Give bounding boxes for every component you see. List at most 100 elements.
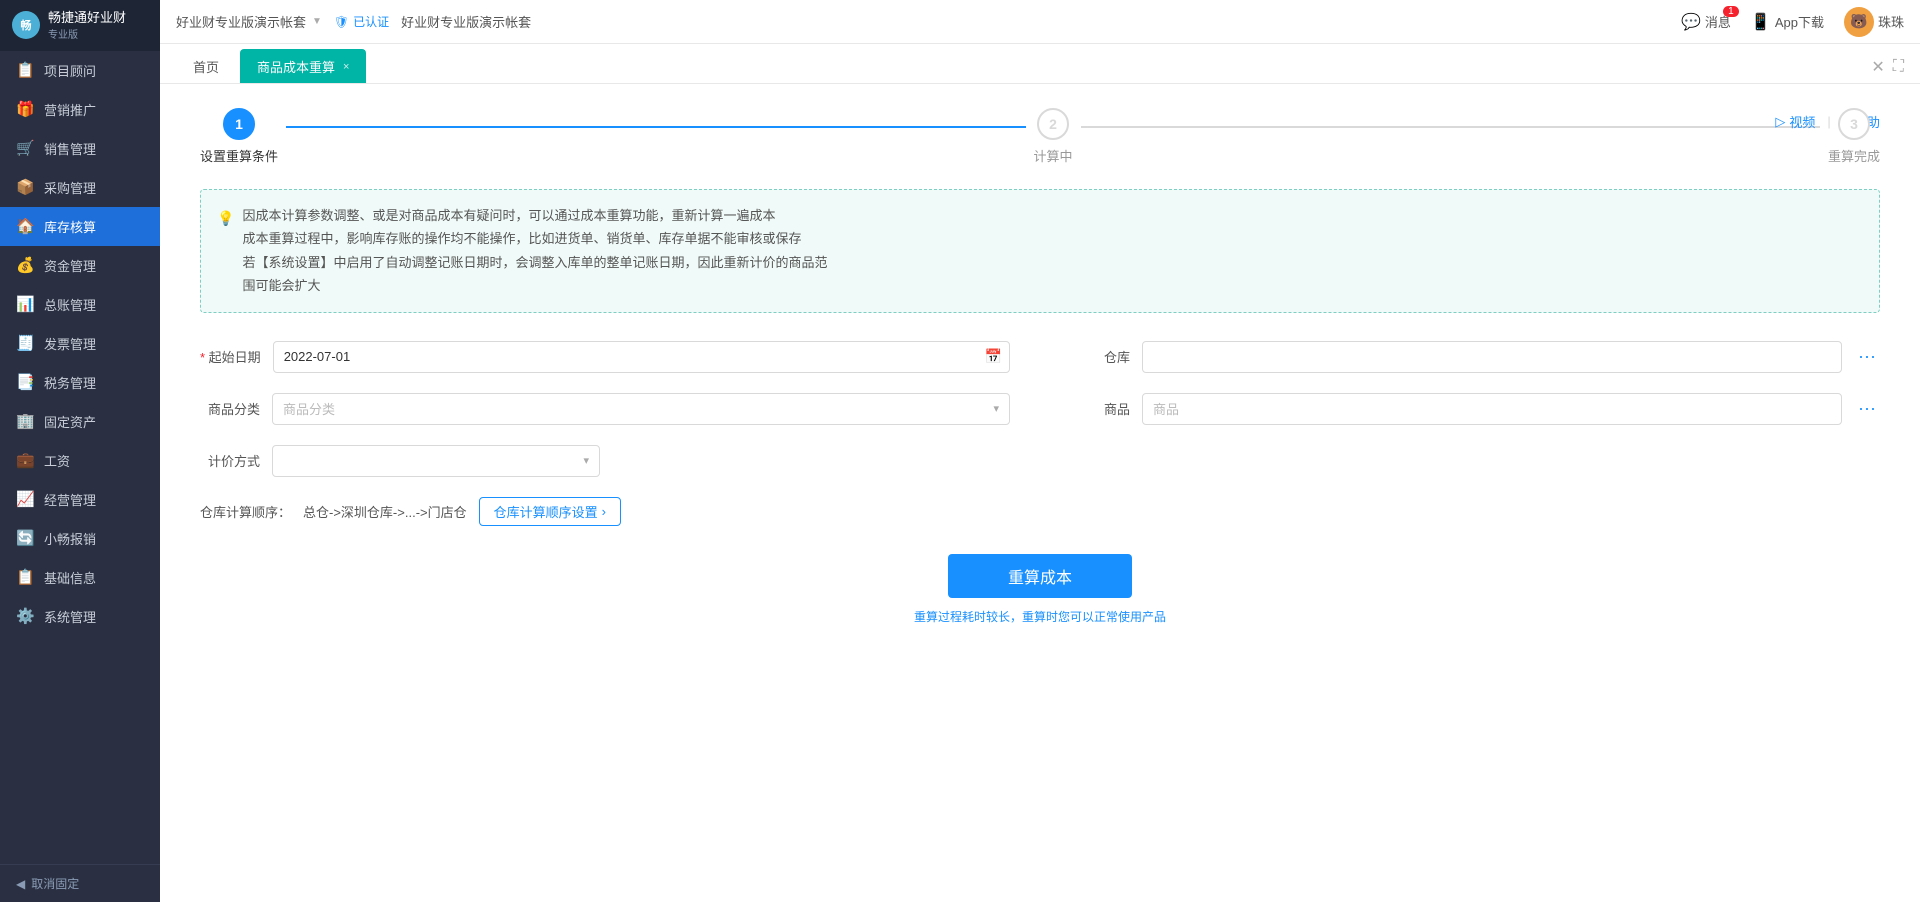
sidebar-unpin[interactable]: ◀ 取消固定 xyxy=(0,864,160,902)
sidebar-label-ledger: 总账管理 xyxy=(44,295,96,314)
warehouse-dots-icon[interactable]: ··· xyxy=(1854,346,1880,367)
warehouse-input[interactable] xyxy=(1142,341,1842,373)
app-download-button[interactable]: 📱 App下载 xyxy=(1751,12,1824,32)
sidebar-item-tax[interactable]: 📑 税务管理 xyxy=(0,363,160,402)
box-icon: 📦 xyxy=(16,178,34,196)
sidebar-item-salary[interactable]: 💼 工资 xyxy=(0,441,160,480)
info-content: 因成本计算参数调整、或是对商品成本有疑问时，可以通过成本重算功能，重新计算一遍成… xyxy=(242,204,827,298)
warehouse-order-settings-button[interactable]: 仓库计算顺序设置 › xyxy=(479,497,621,526)
sidebar-label-system: 系统管理 xyxy=(44,607,96,626)
phone-icon: 📱 xyxy=(1751,12,1771,32)
message-badge: 1 xyxy=(1723,6,1739,17)
user-profile[interactable]: 🐻 珠珠 xyxy=(1844,7,1904,37)
step-3-circle: 3 xyxy=(1838,108,1870,140)
product-placeholder: 商品 xyxy=(1153,399,1179,418)
sidebar-item-inventory[interactable]: 🏠 库存核算 xyxy=(0,207,160,246)
avatar: 🐻 xyxy=(1844,7,1874,37)
app-download-label: App下载 xyxy=(1775,12,1824,31)
pricing-chevron-icon: ▾ xyxy=(583,454,589,467)
sidebar-item-system[interactable]: ⚙️ 系统管理 xyxy=(0,597,160,636)
info-line3: 若【系统设置】中启用了自动调整记账日期时，会调整入库单的整单记账日期，因此重新计… xyxy=(242,251,827,274)
tab-recalc-label: 商品成本重算 xyxy=(257,57,335,76)
tab-home[interactable]: 首页 xyxy=(176,49,236,83)
account-selector[interactable]: 好业财专业版演示帐套 ▼ xyxy=(176,12,322,31)
message-icon: 💬 xyxy=(1681,12,1701,32)
warehouse-label: 仓库 xyxy=(1070,347,1130,366)
close-window-icon[interactable]: ✕ xyxy=(1871,57,1884,77)
sidebar-item-basic[interactable]: 📋 基础信息 xyxy=(0,558,160,597)
start-date-row: 起始日期 📅 xyxy=(200,341,1010,373)
trending-icon: 📈 xyxy=(16,490,34,508)
expand-window-icon[interactable]: ⛶ xyxy=(1893,58,1904,76)
doc-icon: 📑 xyxy=(16,373,34,391)
shield-icon: 🛡 xyxy=(334,15,349,29)
category-placeholder: 商品分类 xyxy=(283,399,335,418)
product-dots-icon[interactable]: ··· xyxy=(1854,398,1880,419)
sidebar-item-purchase[interactable]: 📦 采购管理 xyxy=(0,168,160,207)
sidebar-item-assets[interactable]: 🏢 固定资产 xyxy=(0,402,160,441)
sidebar-item-project[interactable]: 📋 项目顾问 xyxy=(0,51,160,90)
form-grid: 起始日期 📅 仓库 ··· 商品分类 商品分类 ▾ xyxy=(200,341,1880,425)
receipt-icon: 🧾 xyxy=(16,334,34,352)
step-2-label: 计算中 xyxy=(1034,146,1073,165)
account-name-text: 好业财专业版演示帐套 xyxy=(176,12,306,31)
sidebar-item-marketing[interactable]: 🎁 营销推广 xyxy=(0,90,160,129)
product-label: 商品 xyxy=(1070,399,1130,418)
step-line-2 xyxy=(1081,126,1820,128)
unpin-icon: ◀ xyxy=(16,877,25,891)
sidebar-scroll: 📋 项目顾问 🎁 营销推广 🛒 销售管理 📦 采购管理 🏠 库存核算 💰 资金管… xyxy=(0,51,160,864)
refresh-icon: 🔄 xyxy=(16,529,34,547)
app-icon: 畅 xyxy=(12,11,40,39)
message-button[interactable]: 💬 消息 1 xyxy=(1681,12,1731,32)
step-3: 3 重算完成 xyxy=(1828,108,1880,165)
topbar: 好业财专业版演示帐套 ▼ 🛡 已认证 好业财专业版演示帐套 💬 消息 1 📱 A… xyxy=(160,0,1920,44)
sidebar-item-expense[interactable]: 🔄 小畅报销 xyxy=(0,519,160,558)
sidebar-header: 畅 畅捷通好业财 专业版 xyxy=(0,0,160,51)
start-date-label: 起始日期 xyxy=(200,347,261,366)
info-line2: 成本重算过程中，影响库存账的操作均不能操作，比如进货单、销货单、库存单据不能审核… xyxy=(242,227,827,250)
info-box: 💡 因成本计算参数调整、或是对商品成本有疑问时，可以通过成本重算功能，重新计算一… xyxy=(200,189,1880,313)
clipboard-icon: 📋 xyxy=(16,568,34,586)
cart-icon: 🛒 xyxy=(16,139,34,157)
category-select[interactable]: 商品分类 ▾ xyxy=(272,393,1010,425)
warehouse-order-value: 总仓->深圳仓库->...->门店仓 xyxy=(303,502,467,521)
home-icon: 🏠 xyxy=(16,217,34,235)
chevron-right-icon: › xyxy=(602,504,606,519)
product-input[interactable]: 商品 xyxy=(1142,393,1842,425)
sidebar-label-salary: 工资 xyxy=(44,451,70,470)
video-label: 视频 xyxy=(1789,112,1815,131)
video-link[interactable]: ▷ 视频 xyxy=(1775,112,1815,131)
tabs-bar: 首页 商品成本重算 × ✕ ⛶ xyxy=(160,44,1920,84)
step-line-1 xyxy=(286,126,1025,128)
project-icon: 📋 xyxy=(16,61,34,79)
content-area: 1 设置重算条件 2 计算中 3 重算完成 ▷ 视频 | ? xyxy=(160,84,1920,902)
tab-recalc[interactable]: 商品成本重算 × xyxy=(240,49,366,83)
calendar-icon[interactable]: 📅 xyxy=(985,348,1002,365)
step-1-circle: 1 xyxy=(223,108,255,140)
play-icon: ▷ xyxy=(1775,114,1785,130)
gear-icon: ⚙️ xyxy=(16,607,34,625)
sidebar-item-finance[interactable]: 💰 资金管理 xyxy=(0,246,160,285)
recalc-button[interactable]: 重算成本 xyxy=(948,554,1132,598)
start-date-input-wrap: 📅 xyxy=(273,341,1010,373)
sidebar-item-sales[interactable]: 🛒 销售管理 xyxy=(0,129,160,168)
sidebar-item-invoice[interactable]: 🧾 发票管理 xyxy=(0,324,160,363)
lightbulb-icon: 💡 xyxy=(217,206,234,298)
close-tab-icon[interactable]: × xyxy=(343,61,349,73)
tab-home-label: 首页 xyxy=(193,57,219,76)
sidebar-label-finance: 资金管理 xyxy=(44,256,96,275)
sidebar-label-tax: 税务管理 xyxy=(44,373,96,392)
briefcase-icon: 💼 xyxy=(16,451,34,469)
sidebar-item-ledger[interactable]: 📊 总账管理 xyxy=(0,285,160,324)
sidebar-item-ops[interactable]: 📈 经营管理 xyxy=(0,480,160,519)
sidebar-label-basic: 基础信息 xyxy=(44,568,96,587)
account-chevron-icon: ▼ xyxy=(312,16,322,27)
pricing-select[interactable]: ▾ xyxy=(272,445,600,477)
step-3-label: 重算完成 xyxy=(1828,146,1880,165)
start-date-input[interactable] xyxy=(273,341,1010,373)
unpin-label: 取消固定 xyxy=(31,875,79,892)
pricing-row: 计价方式 ▾ xyxy=(200,445,600,477)
step-1: 1 设置重算条件 xyxy=(200,108,278,165)
step-1-label: 设置重算条件 xyxy=(200,146,278,165)
warehouse-order-label: 仓库计算顺序： xyxy=(200,502,291,521)
